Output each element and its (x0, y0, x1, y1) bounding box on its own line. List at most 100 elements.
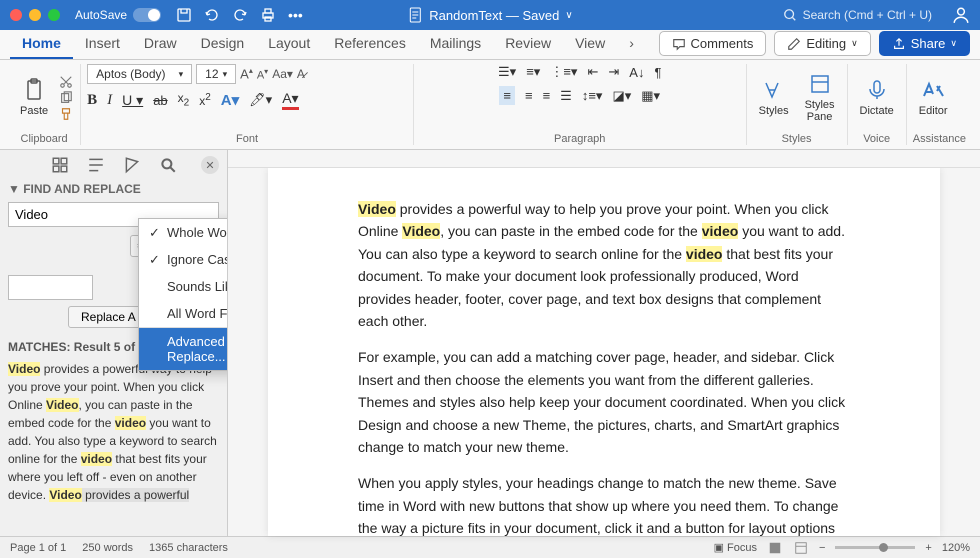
dictate-button[interactable]: Dictate (854, 76, 900, 119)
document-page[interactable]: Video provides a powerful way to help yo… (268, 168, 940, 536)
cut-icon[interactable] (58, 75, 74, 89)
highlight-icon[interactable]: 🖊▾ (249, 92, 272, 108)
zoom-in-button[interactable]: + (925, 542, 931, 554)
menu-whole-word[interactable]: Whole Word Only (139, 219, 228, 246)
redo-icon[interactable] (232, 7, 248, 23)
undo-icon[interactable] (204, 7, 220, 23)
titlebar: AutoSave ••• RandomText — Saved ∨ Search… (0, 0, 980, 30)
tabs-overflow-icon[interactable]: › (617, 29, 646, 59)
maximize-window-icon[interactable] (48, 9, 60, 21)
user-icon[interactable] (952, 6, 970, 24)
editor-button[interactable]: Editor (913, 76, 954, 119)
autosave-toggle[interactable]: AutoSave (75, 8, 161, 22)
review-pane-icon[interactable] (123, 156, 141, 174)
replace-all-button[interactable]: Replace A (68, 306, 149, 328)
tab-design[interactable]: Design (189, 29, 257, 59)
grow-font-icon[interactable]: A▴ (240, 66, 253, 81)
menu-advanced-find[interactable]: Advanced Find & Replace... (139, 328, 228, 370)
group-label-clipboard: Clipboard (14, 131, 74, 145)
document-title[interactable]: RandomText — Saved ∨ (407, 7, 572, 23)
bold-button[interactable]: B (87, 92, 97, 109)
multilevel-icon[interactable]: ⋮≡▾ (550, 64, 577, 80)
strike-button[interactable]: ab (153, 93, 167, 108)
tab-mailings[interactable]: Mailings (418, 29, 493, 59)
replace-input[interactable] (8, 275, 93, 300)
page-count[interactable]: Page 1 of 1 (10, 542, 66, 554)
change-case-icon[interactable]: Aa▾ (272, 67, 293, 81)
char-count[interactable]: 1365 characters (149, 542, 228, 554)
italic-button[interactable]: I (107, 92, 112, 109)
styles-pane-button[interactable]: Styles Pane (799, 70, 841, 125)
comments-button[interactable]: Comments (659, 31, 767, 56)
zoom-slider[interactable] (835, 546, 915, 549)
focus-mode-button[interactable]: ▣ Focus (714, 541, 757, 554)
chevron-down-icon[interactable]: ∨ (565, 10, 572, 21)
superscript-button[interactable]: x2 (199, 92, 211, 108)
shrink-font-icon[interactable]: A▾ (257, 67, 268, 82)
headings-icon[interactable] (87, 156, 105, 174)
minimize-window-icon[interactable] (29, 9, 41, 21)
shading-icon[interactable]: ◪▾ (612, 88, 631, 104)
search-icon (783, 8, 797, 22)
match-result[interactable]: Video provides a powerful way to help yo… (8, 360, 219, 504)
text-effects-icon[interactable]: A▾ (221, 91, 239, 109)
web-layout-icon[interactable] (793, 541, 809, 555)
pencil-icon (787, 37, 801, 51)
print-icon[interactable] (260, 7, 276, 23)
close-panel-button[interactable]: ✕ (201, 156, 219, 174)
line-spacing-icon[interactable]: ↕≡▾ (582, 88, 603, 104)
clipboard-icon (22, 78, 46, 102)
comment-icon (672, 37, 686, 51)
bullets-icon[interactable]: ☰▾ (498, 64, 516, 80)
menu-all-word-forms[interactable]: All Word Forms (139, 300, 228, 327)
tab-view[interactable]: View (563, 29, 617, 59)
show-marks-icon[interactable]: ¶ (654, 65, 661, 80)
print-layout-icon[interactable] (767, 541, 783, 555)
close-window-icon[interactable] (10, 9, 22, 21)
font-size-select[interactable]: 12 ▾ (196, 64, 236, 84)
align-right-icon[interactable]: ≡ (543, 88, 551, 103)
justify-icon[interactable]: ☰ (560, 88, 572, 104)
menu-ignore-case[interactable]: Ignore Case (139, 246, 228, 273)
thumbnails-icon[interactable] (51, 156, 69, 174)
toggle-switch[interactable] (133, 8, 161, 22)
microphone-icon (865, 78, 889, 102)
ruler[interactable] (228, 150, 980, 168)
find-replace-title: ▼ FIND AND REPLACE (8, 182, 219, 196)
tab-home[interactable]: Home (10, 29, 73, 59)
sort-icon[interactable]: A↓ (629, 65, 644, 80)
underline-button[interactable]: U ▾ (122, 92, 143, 109)
zoom-out-button[interactable]: − (819, 542, 825, 554)
tab-references[interactable]: References (322, 29, 418, 59)
tab-insert[interactable]: Insert (73, 29, 132, 59)
zoom-level[interactable]: 120% (942, 542, 970, 554)
increase-indent-icon[interactable]: ⇥ (608, 64, 619, 80)
styles-button[interactable]: Styles (753, 76, 795, 119)
group-label-assistance: Assistance (913, 131, 966, 145)
clear-format-icon[interactable]: A̷ (297, 67, 305, 81)
borders-icon[interactable]: ▦▾ (641, 88, 660, 104)
numbering-icon[interactable]: ≡▾ (526, 64, 540, 80)
tab-review[interactable]: Review (493, 29, 563, 59)
menu-sounds-like[interactable]: Sounds Like (139, 273, 228, 300)
group-label-font: Font (87, 131, 407, 145)
tab-draw[interactable]: Draw (132, 29, 189, 59)
font-color-icon[interactable]: A▾ (282, 90, 298, 110)
align-left-icon[interactable]: ≡ (499, 86, 515, 105)
editing-button[interactable]: Editing ∨ (774, 31, 870, 56)
decrease-indent-icon[interactable]: ⇤ (587, 64, 598, 80)
subscript-button[interactable]: x2 (178, 91, 190, 108)
share-button[interactable]: Share ∨ (879, 31, 970, 56)
font-family-select[interactable]: Aptos (Body) ▾ (87, 64, 192, 84)
paste-button[interactable]: Paste (14, 76, 54, 119)
more-icon[interactable]: ••• (288, 7, 303, 23)
align-center-icon[interactable]: ≡ (525, 88, 533, 103)
copy-icon[interactable] (58, 91, 74, 105)
find-tab-icon[interactable] (159, 156, 177, 174)
save-icon[interactable] (176, 7, 192, 23)
search-box[interactable]: Search (Cmd + Ctrl + U) (783, 8, 932, 22)
format-painter-icon[interactable] (58, 107, 74, 121)
ribbon-tabs: HomeInsertDrawDesignLayoutReferencesMail… (0, 30, 980, 60)
word-count[interactable]: 250 words (82, 542, 133, 554)
tab-layout[interactable]: Layout (256, 29, 322, 59)
